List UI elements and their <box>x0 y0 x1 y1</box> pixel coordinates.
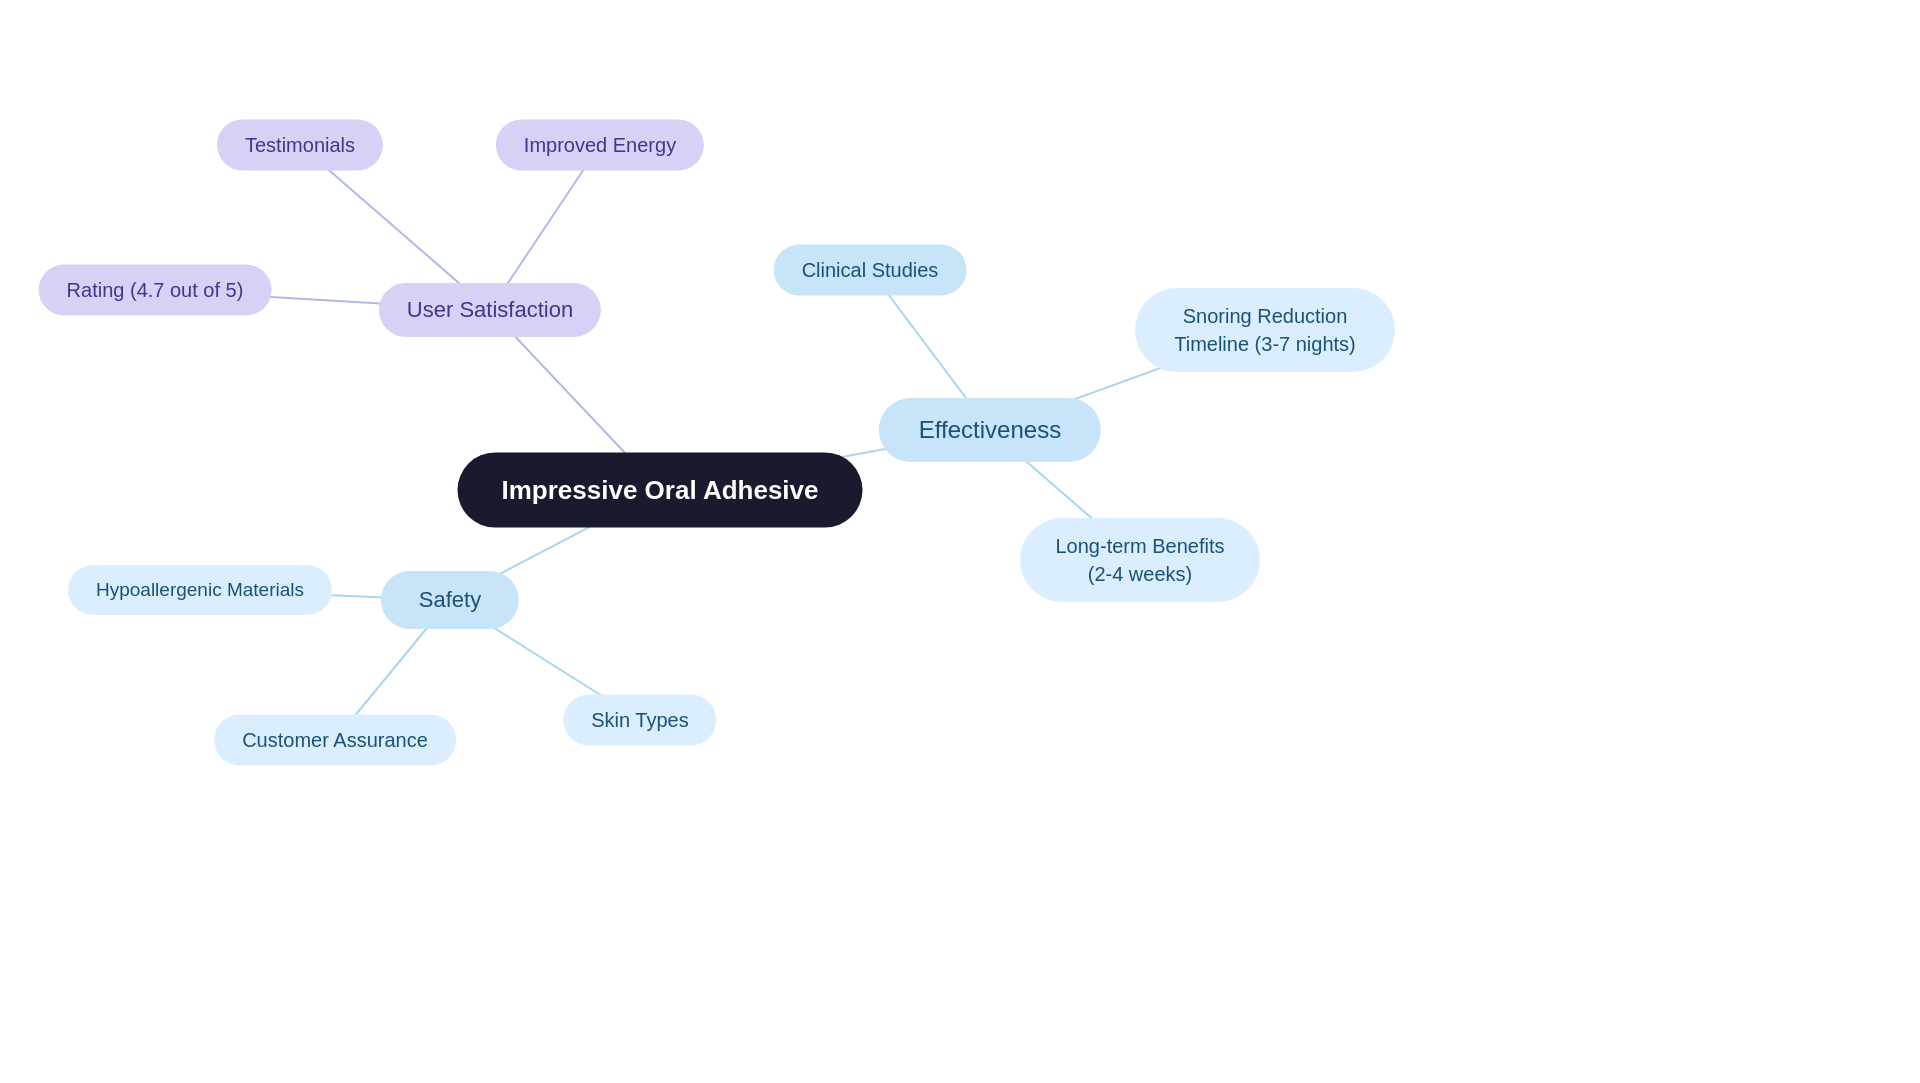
long-term-benefits-node: Long-term Benefits (2-4 weeks) <box>1020 518 1260 602</box>
clinical-studies-node: Clinical Studies <box>774 245 967 296</box>
user-satisfaction-node: User Satisfaction <box>379 283 601 337</box>
snoring-reduction-node: Snoring Reduction Timeline (3-7 nights) <box>1135 288 1395 372</box>
hypoallergenic-node: Hypoallergenic Materials <box>68 565 332 615</box>
skin-types-node: Skin Types <box>563 695 716 746</box>
customer-assurance-node: Customer Assurance <box>214 715 456 766</box>
improved-energy-node: Improved Energy <box>496 120 704 171</box>
effectiveness-node: Effectiveness <box>879 398 1101 462</box>
rating-node: Rating (4.7 out of 5) <box>39 265 272 316</box>
testimonials-node: Testimonials <box>217 120 383 171</box>
center-node: Impressive Oral Adhesive <box>458 453 863 528</box>
safety-node: Safety <box>381 571 519 629</box>
